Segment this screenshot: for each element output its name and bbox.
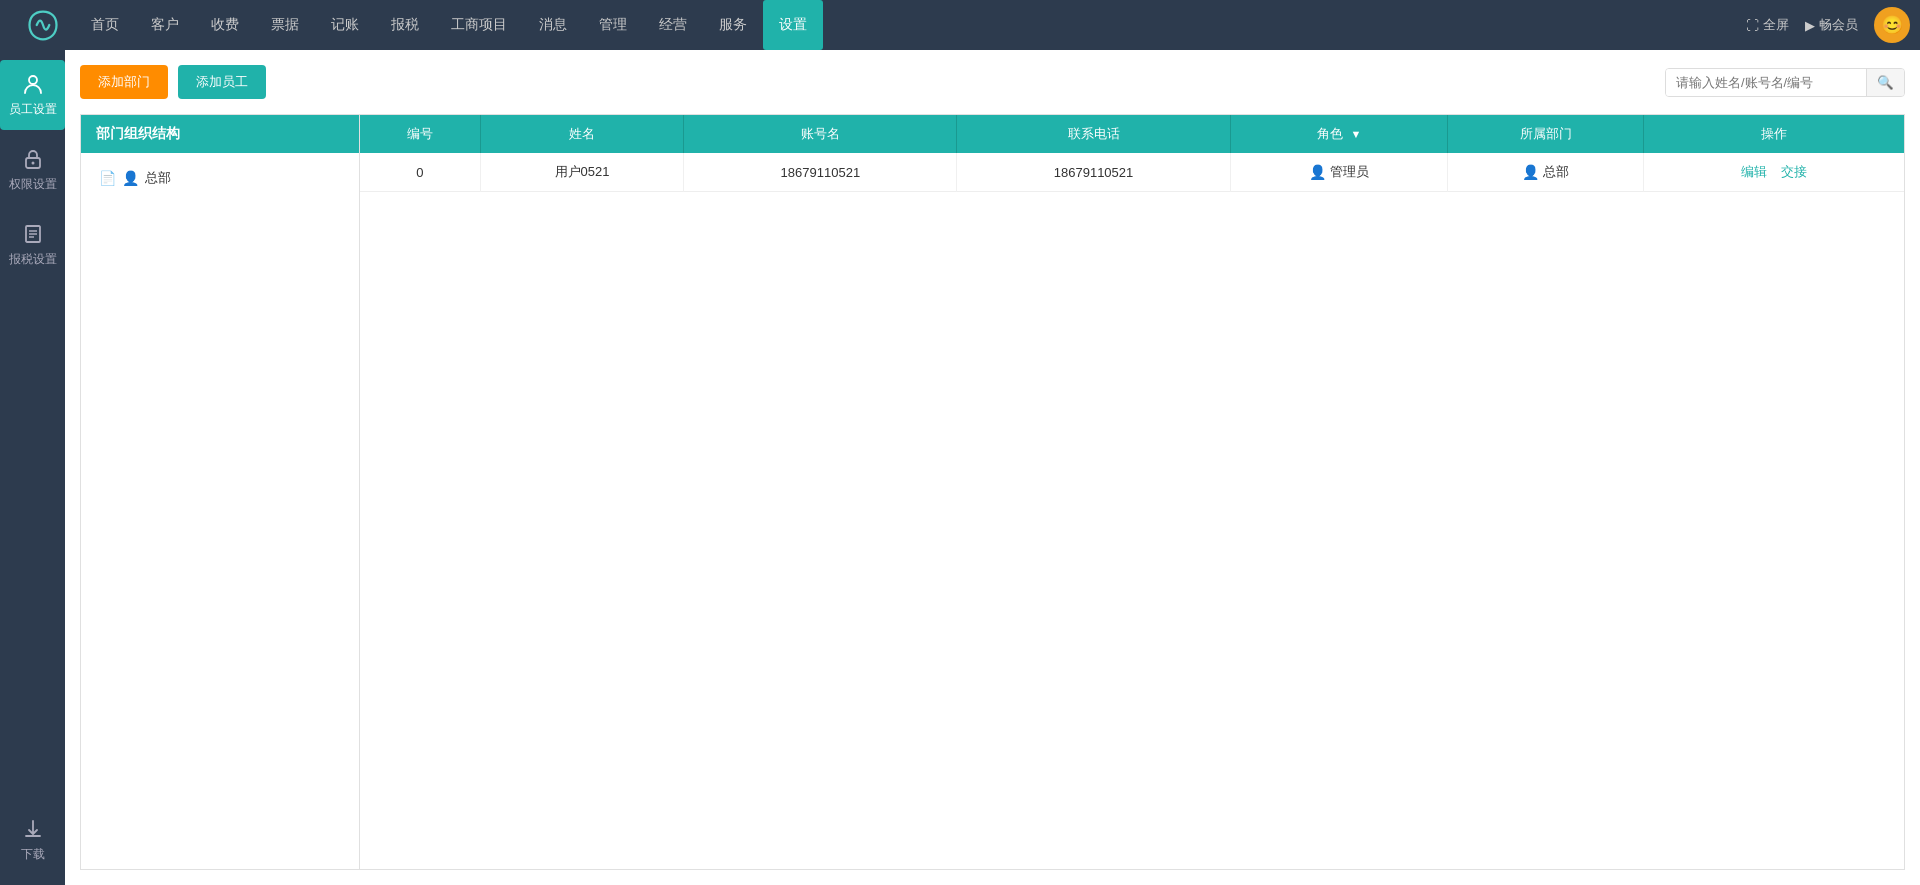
nav-operation[interactable]: 经营 <box>643 0 703 50</box>
col-role[interactable]: 角色 ▼ <box>1230 115 1448 153</box>
sidebar-item-download[interactable]: 下载 <box>0 805 65 875</box>
dept-item-general[interactable]: 📄 👤 总部 <box>91 163 349 193</box>
avatar-icon: 😊 <box>1881 14 1903 36</box>
nav-fee[interactable]: 收费 <box>195 0 255 50</box>
report-icon <box>21 222 45 246</box>
nav-settings[interactable]: 设置 <box>763 0 823 50</box>
nav-service[interactable]: 服务 <box>703 0 763 50</box>
nav-items: 首页 客户 收费 票据 记账 报税 工商项目 消息 管理 经营 服务 设置 <box>75 0 1746 50</box>
member-label: 畅会员 <box>1819 16 1858 34</box>
fullscreen-button[interactable]: ⛶ 全屏 <box>1746 16 1789 34</box>
video-icon: ▶ <box>1805 18 1815 33</box>
main-layout: 员工设置 权限设置 报税设置 <box>0 50 1920 885</box>
search-input[interactable] <box>1666 69 1866 96</box>
download-icon <box>21 817 45 841</box>
employee-panel: 编号 姓名 账号名 联系电话 角色 ▼ 所属部门 操作 <box>360 114 1905 870</box>
dept-panel-body: 📄 👤 总部 <box>81 153 359 869</box>
sidebar-item-employee[interactable]: 员工设置 <box>0 60 65 130</box>
dept-label: 总部 <box>1543 163 1569 181</box>
nav-bill[interactable]: 票据 <box>255 0 315 50</box>
sidebar-label-download: 下载 <box>21 846 45 863</box>
transfer-button[interactable]: 交接 <box>1781 164 1807 179</box>
nav-home[interactable]: 首页 <box>75 0 135 50</box>
content-inner: 添加部门 添加员工 🔍 部门组织结构 📄 👤 <box>65 50 1920 885</box>
col-ops: 操作 <box>1643 115 1904 153</box>
role-label: 管理员 <box>1330 163 1369 181</box>
sidebar-item-tax[interactable]: 报税设置 <box>0 210 65 280</box>
content-area: 添加部门 添加员工 🔍 部门组织结构 📄 👤 <box>65 50 1920 885</box>
search-button[interactable]: 🔍 <box>1866 69 1904 96</box>
cell-ops: 编辑 交接 <box>1643 153 1904 192</box>
cell-id: 0 <box>360 153 480 192</box>
cell-role: 👤 管理员 <box>1230 153 1448 192</box>
dept-panel: 部门组织结构 📄 👤 总部 <box>80 114 360 870</box>
avatar[interactable]: 😊 <box>1874 7 1910 43</box>
nav-business[interactable]: 工商项目 <box>435 0 523 50</box>
col-name: 姓名 <box>480 115 684 153</box>
dept-user-icon-row: 👤 <box>1522 164 1539 180</box>
nav-message[interactable]: 消息 <box>523 0 583 50</box>
search-area: 🔍 <box>1665 68 1905 97</box>
person-icon <box>21 72 45 96</box>
nav-right: ⛶ 全屏 ▶ 畅会员 😊 <box>1746 7 1910 43</box>
search-icon: 🔍 <box>1877 75 1894 90</box>
employee-table: 编号 姓名 账号名 联系电话 角色 ▼ 所属部门 操作 <box>360 115 1904 192</box>
fullscreen-label: 全屏 <box>1763 16 1789 34</box>
svg-point-0 <box>29 76 37 84</box>
nav-client[interactable]: 客户 <box>135 0 195 50</box>
cell-name: 用户0521 <box>480 153 684 192</box>
col-phone: 联系电话 <box>957 115 1230 153</box>
table-wrapper: 编号 姓名 账号名 联系电话 角色 ▼ 所属部门 操作 <box>360 115 1904 869</box>
sidebar-label-employee: 员工设置 <box>9 101 57 118</box>
dept-panel-header: 部门组织结构 <box>81 115 359 153</box>
col-role-label: 角色 <box>1317 126 1343 141</box>
cell-account: 18679110521 <box>684 153 957 192</box>
role-user-icon: 👤 <box>1309 164 1326 180</box>
logo-area <box>10 7 75 43</box>
col-account: 账号名 <box>684 115 957 153</box>
filter-icon: ▼ <box>1350 128 1361 140</box>
member-button[interactable]: ▶ 畅会员 <box>1805 16 1858 34</box>
top-navigation: 首页 客户 收费 票据 记账 报税 工商项目 消息 管理 经营 服务 设置 ⛶ … <box>0 0 1920 50</box>
col-id: 编号 <box>360 115 480 153</box>
sidebar-bottom: 下载 <box>0 805 65 875</box>
nav-account[interactable]: 记账 <box>315 0 375 50</box>
nav-tax[interactable]: 报税 <box>375 0 435 50</box>
dept-item-label: 总部 <box>145 169 171 187</box>
add-employee-button[interactable]: 添加员工 <box>178 65 266 99</box>
fullscreen-icon: ⛶ <box>1746 18 1759 33</box>
table-body: 0 用户0521 18679110521 18679110521 👤 管理员 <box>360 153 1904 192</box>
edit-button[interactable]: 编辑 <box>1741 164 1767 179</box>
toolbar: 添加部门 添加员工 🔍 <box>80 65 1905 99</box>
add-dept-button[interactable]: 添加部门 <box>80 65 168 99</box>
panels: 部门组织结构 📄 👤 总部 <box>80 114 1905 870</box>
lock-icon <box>21 147 45 171</box>
sidebar: 员工设置 权限设置 报税设置 <box>0 50 65 885</box>
table-row: 0 用户0521 18679110521 18679110521 👤 管理员 <box>360 153 1904 192</box>
nav-manage[interactable]: 管理 <box>583 0 643 50</box>
cell-phone: 18679110521 <box>957 153 1230 192</box>
sidebar-label-tax: 报税设置 <box>9 251 57 268</box>
sidebar-label-permission: 权限设置 <box>9 176 57 193</box>
cell-dept: 👤 总部 <box>1448 153 1643 192</box>
svg-point-2 <box>31 162 34 165</box>
dept-user-icon: 👤 <box>122 170 139 186</box>
col-dept: 所属部门 <box>1448 115 1643 153</box>
file-icon: 📄 <box>99 170 116 186</box>
sidebar-item-permission[interactable]: 权限设置 <box>0 135 65 205</box>
table-header: 编号 姓名 账号名 联系电话 角色 ▼ 所属部门 操作 <box>360 115 1904 153</box>
